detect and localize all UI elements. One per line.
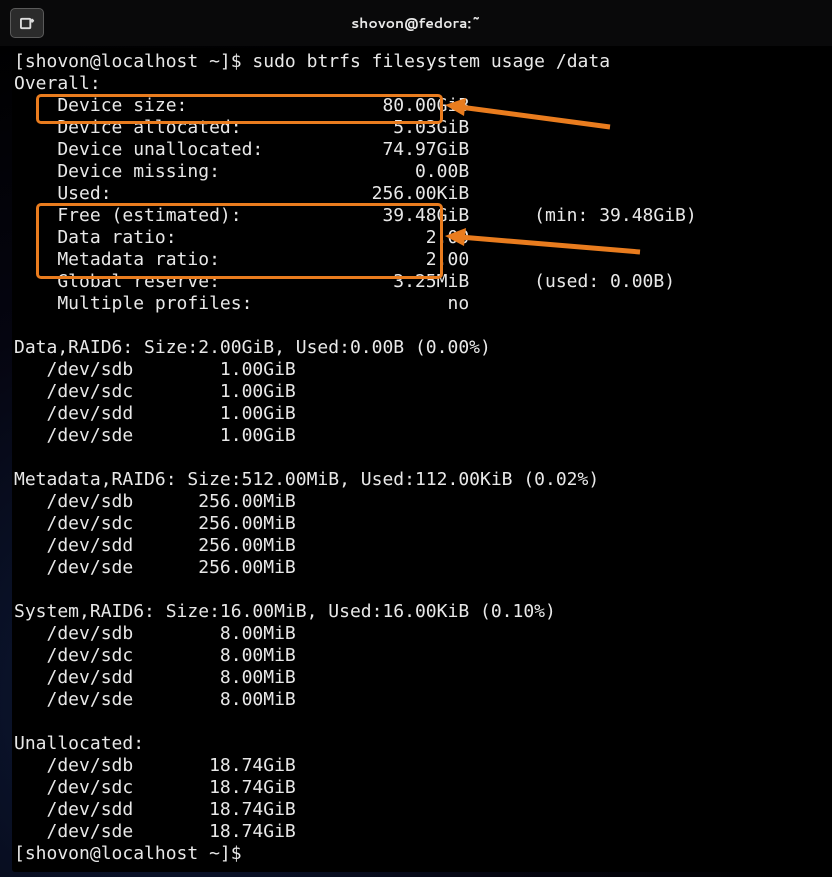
global-reserve: Global reserve: 3.25MiB (used: 0.00B) xyxy=(14,271,675,292)
system-section-header: System,RAID6: Size:16.00MiB, Used:16.00K… xyxy=(14,601,556,622)
sys-dev: /dev/sdd 8.00MiB xyxy=(14,667,296,688)
device-unallocated: Device unallocated: 74.97GiB xyxy=(14,139,469,160)
metadata-section-header: Metadata,RAID6: Size:512.00MiB, Used:112… xyxy=(14,469,599,490)
free-estimated: Free (estimated): 39.48GiB (min: 39.48Gi… xyxy=(14,205,697,226)
window-titlebar: shovon@fedora:~ xyxy=(0,0,832,46)
device-allocated: Device allocated: 5.03GiB xyxy=(14,117,469,138)
command: sudo btrfs filesystem usage /data xyxy=(252,51,610,72)
prompt: [shovon@localhost ~]$ xyxy=(14,843,252,864)
window-title: shovon@fedora:~ xyxy=(0,13,832,33)
device-size: Device size: 80.00GiB xyxy=(14,95,469,116)
meta-dev: /dev/sdb 256.00MiB xyxy=(14,491,296,512)
metadata-ratio: Metadata ratio: 2.00 xyxy=(14,249,469,270)
device-missing: Device missing: 0.00B xyxy=(14,161,469,182)
data-dev: /dev/sdc 1.00GiB xyxy=(14,381,296,402)
unalloc-dev: /dev/sdc 18.74GiB xyxy=(14,777,296,798)
prompt: [shovon@localhost ~]$ xyxy=(14,51,252,72)
data-ratio: Data ratio: 2.00 xyxy=(14,227,469,248)
sys-dev: /dev/sdb 8.00MiB xyxy=(14,623,296,644)
sys-dev: /dev/sdc 8.00MiB xyxy=(14,645,296,666)
sys-dev: /dev/sde 8.00MiB xyxy=(14,689,296,710)
data-dev: /dev/sde 1.00GiB xyxy=(14,425,296,446)
terminal-plus-icon xyxy=(20,16,35,31)
multiple-profiles: Multiple profiles: no xyxy=(14,293,469,314)
meta-dev: /dev/sdc 256.00MiB xyxy=(14,513,296,534)
unalloc-dev: /dev/sdd 18.74GiB xyxy=(14,799,296,820)
terminal-output[interactable]: [shovon@localhost ~]$ sudo btrfs filesys… xyxy=(12,48,820,872)
meta-dev: /dev/sde 256.00MiB xyxy=(14,557,296,578)
unalloc-dev: /dev/sdb 18.74GiB xyxy=(14,755,296,776)
unallocated-header: Unallocated: xyxy=(14,733,144,754)
overall-header: Overall: xyxy=(14,73,101,94)
used: Used: 256.00KiB xyxy=(14,183,469,204)
unalloc-dev: /dev/sde 18.74GiB xyxy=(14,821,296,842)
data-dev: /dev/sdd 1.00GiB xyxy=(14,403,296,424)
data-section-header: Data,RAID6: Size:2.00GiB, Used:0.00B (0.… xyxy=(14,337,491,358)
data-dev: /dev/sdb 1.00GiB xyxy=(14,359,296,380)
meta-dev: /dev/sdd 256.00MiB xyxy=(14,535,296,556)
new-tab-button[interactable] xyxy=(10,8,44,38)
